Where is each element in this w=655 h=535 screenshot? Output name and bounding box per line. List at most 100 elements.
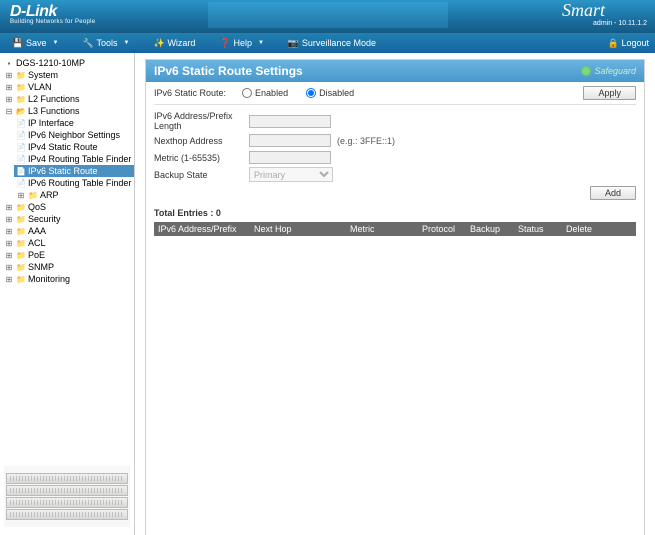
expand-icon: ⊞ — [4, 95, 14, 103]
tree-system[interactable]: ⊞📁System — [2, 69, 134, 81]
tree-label: IPv4 Static Route — [28, 142, 98, 152]
expand-icon: ⊞ — [4, 83, 14, 91]
tree-poe[interactable]: ⊞📁PoE — [2, 249, 134, 261]
device-icon: ▪ — [4, 59, 14, 67]
backup-select[interactable]: Primary — [249, 167, 333, 182]
surveillance-icon: 📷 — [288, 38, 298, 48]
folder-icon: 📁 — [16, 71, 26, 80]
tree-l2[interactable]: ⊞📁L2 Functions — [2, 93, 134, 105]
tree-label: IPv6 Neighbor Settings — [28, 130, 120, 140]
folder-icon: 📁 — [16, 83, 26, 92]
tools-menu[interactable]: 🔧 Tools ▼ — [70, 33, 141, 53]
address-row: IPv6 Address/Prefix Length — [154, 111, 636, 131]
panel-header: IPv6 Static Route Settings Safeguard — [146, 60, 644, 82]
nexthop-row: Nexthop Address (e.g.: 3FFE::1) — [154, 133, 636, 148]
expand-icon: ⊞ — [4, 275, 14, 283]
tree-label: L3 Functions — [28, 106, 80, 116]
page-icon: 📄 — [16, 167, 26, 176]
expand-icon: ⊞ — [4, 263, 14, 271]
col-status: Status — [514, 224, 562, 234]
route-radio-group: Enabled Disabled — [242, 88, 354, 98]
tree-ipv6-neighbor[interactable]: 📄IPv6 Neighbor Settings — [14, 129, 134, 141]
tree-label: VLAN — [28, 82, 52, 92]
chevron-down-icon: ▼ — [123, 40, 129, 46]
col-nexthop: Next Hop — [250, 224, 346, 234]
tree-snmp[interactable]: ⊞📁SNMP — [2, 261, 134, 273]
logout-button[interactable]: 🔒 Logout — [607, 38, 649, 48]
tree-qos[interactable]: ⊞📁QoS — [2, 201, 134, 213]
metric-input[interactable] — [249, 151, 331, 164]
nexthop-label: Nexthop Address — [154, 136, 249, 146]
page-icon: 📄 — [16, 131, 26, 140]
collapse-icon: ⊟ — [4, 107, 14, 115]
folder-icon: 📁 — [16, 227, 26, 236]
main-container: ▪DGS-1210-10MP ⊞📁System ⊞📁VLAN ⊞📁L2 Func… — [0, 53, 655, 535]
tree-ipv6-static[interactable]: 📄IPv6 Static Route — [14, 165, 134, 177]
tree-label: ARP — [40, 190, 59, 200]
route-label: IPv6 Static Route: — [154, 88, 226, 98]
nav-tree: ▪DGS-1210-10MP ⊞📁System ⊞📁VLAN ⊞📁L2 Func… — [0, 53, 134, 466]
tree-label: L2 Functions — [28, 94, 80, 104]
tools-icon: 🔧 — [82, 38, 92, 48]
nexthop-input[interactable] — [249, 134, 331, 147]
save-menu[interactable]: 💾 Save ▼ — [0, 33, 70, 53]
tree-arp[interactable]: ⊞📁ARP — [14, 189, 134, 201]
brand-tagline: Building Networks for People — [10, 19, 95, 25]
metric-label: Metric (1-65535) — [154, 153, 249, 163]
nexthop-hint: (e.g.: 3FFE::1) — [337, 136, 395, 146]
content-area: IPv6 Static Route Settings Safeguard IPv… — [135, 53, 655, 535]
disabled-radio-input[interactable] — [306, 88, 316, 98]
brand-logo: D-Link Building Networks for People — [10, 3, 95, 25]
tree-ipv4-table[interactable]: 📄IPv4 Routing Table Finder — [14, 153, 134, 165]
header-bar: D-Link Building Networks for People Smar… — [0, 0, 655, 33]
tree-vlan[interactable]: ⊞📁VLAN — [2, 81, 134, 93]
safeguard-badge: Safeguard — [581, 66, 636, 76]
ports-graphic — [208, 2, 448, 28]
help-menu[interactable]: ❓ Help ▼ — [207, 33, 275, 53]
tree-label: IPv6 Static Route — [28, 166, 98, 176]
tree-l3[interactable]: ⊟📂L3 Functions — [2, 105, 134, 117]
routes-table-header: IPv6 Address/Prefix Next Hop Metric Prot… — [154, 222, 636, 236]
folder-icon: 📁 — [16, 263, 26, 272]
page-icon: 📄 — [16, 143, 26, 152]
total-entries: Total Entries : 0 — [154, 208, 636, 218]
tree-label: SNMP — [28, 262, 54, 272]
help-label: Help — [233, 38, 252, 48]
tree-device[interactable]: ▪DGS-1210-10MP — [2, 57, 134, 69]
page-icon: 📄 — [16, 155, 26, 164]
metric-row: Metric (1-65535) — [154, 150, 636, 165]
tree-ipv4-static[interactable]: 📄IPv4 Static Route — [14, 141, 134, 153]
tree-label: IP Interface — [28, 118, 74, 128]
enabled-radio[interactable]: Enabled — [242, 88, 288, 98]
safeguard-icon — [581, 66, 591, 76]
tree-label: Security — [28, 214, 61, 224]
tree-ip-interface[interactable]: 📄IP Interface — [14, 117, 134, 129]
wizard-menu[interactable]: ✨ Wizard — [141, 33, 207, 53]
tree-label: QoS — [28, 202, 46, 212]
tree-monitoring[interactable]: ⊞📁Monitoring — [2, 273, 134, 285]
folder-icon: 📁 — [16, 251, 26, 260]
smart-logo: Smart — [562, 0, 605, 21]
tree-security[interactable]: ⊞📁Security — [2, 213, 134, 225]
address-input[interactable] — [249, 115, 331, 128]
save-label: Save — [26, 38, 47, 48]
tools-label: Tools — [96, 38, 117, 48]
add-button[interactable]: Add — [590, 186, 636, 200]
expand-icon: ⊞ — [4, 251, 14, 259]
disabled-radio[interactable]: Disabled — [306, 88, 354, 98]
tree-aaa[interactable]: ⊞📁AAA — [2, 225, 134, 237]
folder-icon: 📁 — [16, 95, 26, 104]
folder-icon: 📁 — [16, 275, 26, 284]
apply-button[interactable]: Apply — [583, 86, 636, 100]
logout-label: Logout — [621, 38, 649, 48]
surveillance-menu[interactable]: 📷 Surveillance Mode — [276, 33, 388, 53]
tree-label: System — [28, 70, 58, 80]
tree-label: IPv4 Routing Table Finder — [28, 154, 131, 164]
tree-ipv6-table[interactable]: 📄IPv6 Routing Table Finder — [14, 177, 134, 189]
sidebar: ▪DGS-1210-10MP ⊞📁System ⊞📁VLAN ⊞📁L2 Func… — [0, 53, 135, 535]
settings-panel: IPv6 Static Route Settings Safeguard IPv… — [145, 59, 645, 535]
save-icon: 💾 — [12, 38, 22, 48]
address-label: IPv6 Address/Prefix Length — [154, 111, 249, 131]
enabled-radio-input[interactable] — [242, 88, 252, 98]
tree-acl[interactable]: ⊞📁ACL — [2, 237, 134, 249]
